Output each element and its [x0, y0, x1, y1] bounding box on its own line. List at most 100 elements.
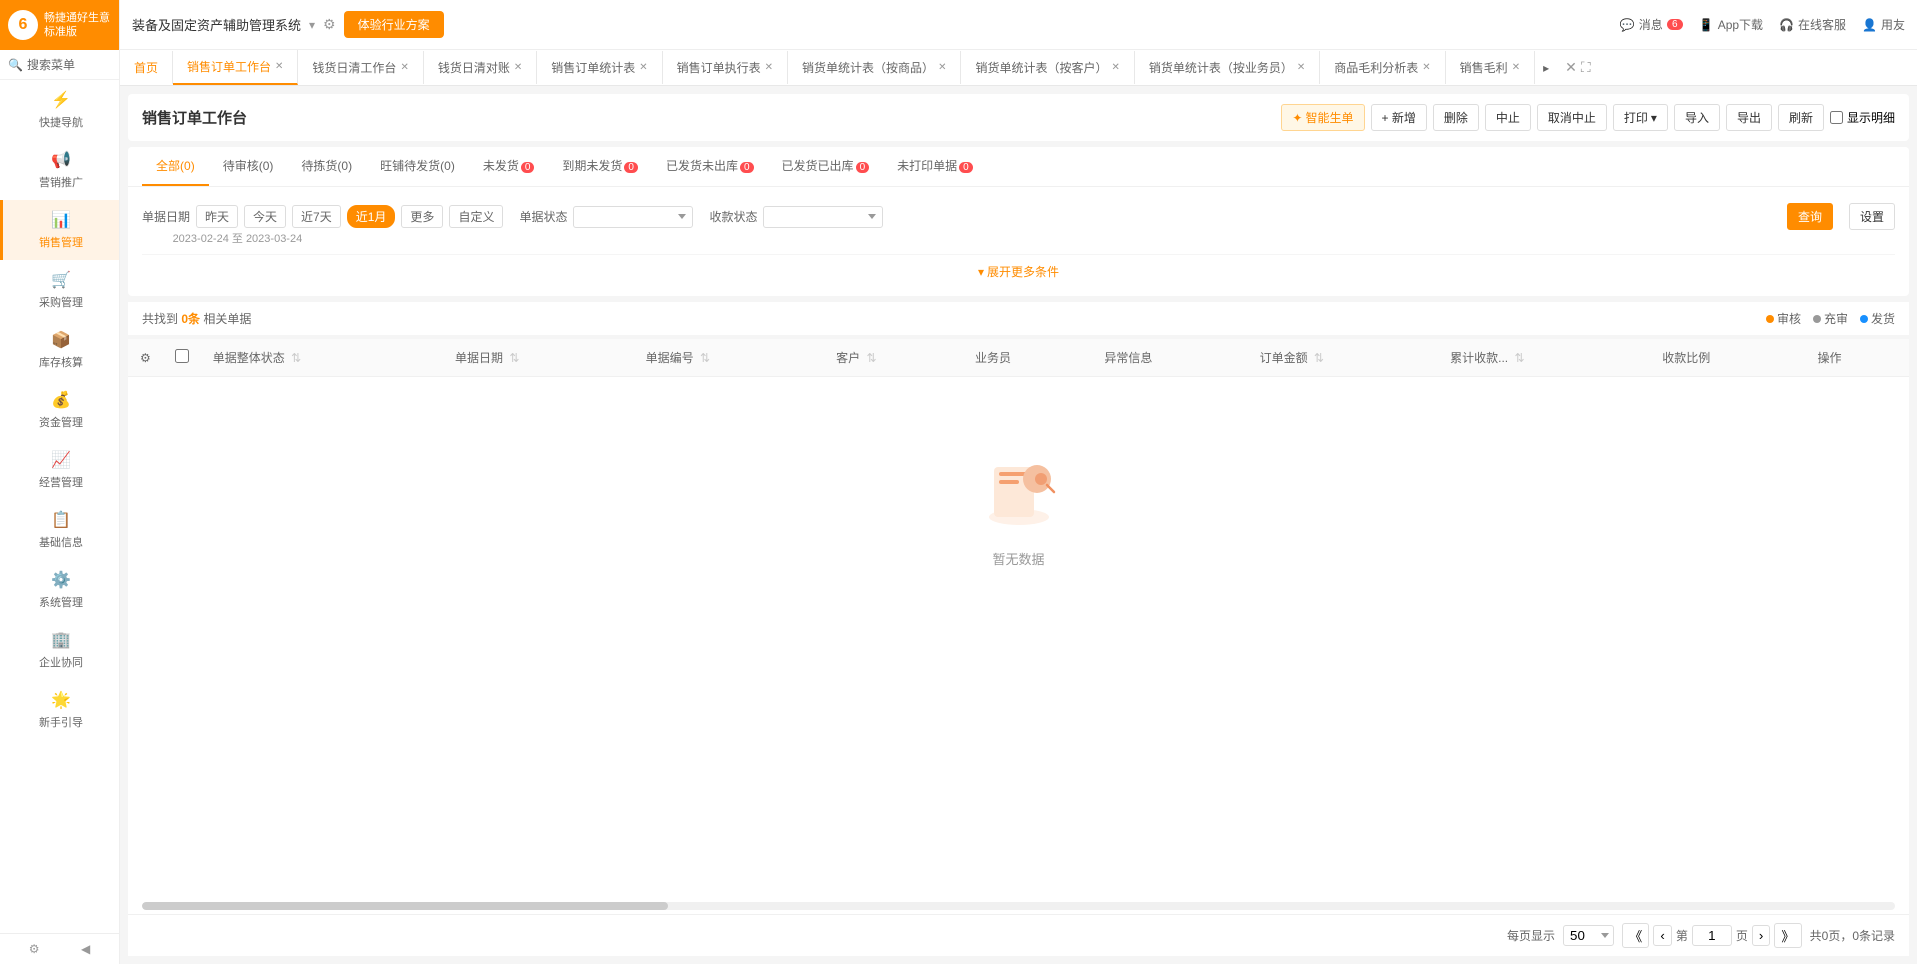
show-details-checkbox[interactable] — [1830, 111, 1843, 124]
tab-cash-reconcile[interactable]: 钱货日清对账 ✕ — [424, 51, 537, 84]
next-page-btn[interactable]: › — [1752, 925, 1770, 946]
query-button[interactable]: 查询 — [1787, 203, 1833, 230]
tab-close-sales-stats[interactable]: ✕ — [639, 62, 647, 73]
online-service-action[interactable]: 🎧 在线客服 — [1779, 16, 1846, 33]
tab-close-sales-summary-staff[interactable]: ✕ — [1297, 62, 1305, 73]
show-details-checkbox-label[interactable]: 显示明细 — [1830, 109, 1895, 126]
message-action[interactable]: 💬 消息 6 — [1620, 16, 1683, 33]
tab-close-gross-margin[interactable]: ✕ — [1422, 62, 1430, 73]
subtab-all[interactable]: 全部(0) — [142, 147, 209, 186]
th-amount[interactable]: 订单金额 ⇅ — [1248, 339, 1439, 377]
expand-filter-button[interactable]: ▾ 展开更多条件 — [978, 263, 1059, 280]
th-state[interactable]: 单据整体状态 ⇅ — [201, 339, 443, 377]
prev-page-btn[interactable]: ‹ — [1653, 925, 1671, 946]
filter-7days[interactable]: 近7天 — [292, 205, 341, 228]
tab-sales-summary-customer[interactable]: 销货单统计表（按客户） ✕ — [961, 51, 1134, 84]
refresh-button[interactable]: 刷新 — [1778, 104, 1824, 131]
ship-action[interactable]: 发货 — [1860, 310, 1895, 327]
subtab-shipped-not-out[interactable]: 已发货未出库0 — [652, 147, 768, 186]
tab-close-sales-summary-customer[interactable]: ✕ — [1111, 62, 1119, 73]
filter-yesterday[interactable]: 昨天 — [196, 205, 238, 228]
sidebar-item-purchase[interactable]: 🛒 采购管理 — [0, 260, 119, 320]
sidebar-item-guide[interactable]: 🌟 新手引导 — [0, 680, 119, 740]
filter-custom[interactable]: 自定义 — [449, 205, 503, 228]
sidebar-item-marketing[interactable]: 📢 营销推广 — [0, 140, 119, 200]
th-settings[interactable]: ⚙ — [128, 339, 163, 377]
subtab-not-shipped[interactable]: 未发货0 — [469, 147, 549, 186]
user-action[interactable]: 👤 用友 — [1862, 16, 1905, 33]
tab-sales-profit[interactable]: 销售毛利 ✕ — [1446, 51, 1535, 84]
payment-select[interactable] — [763, 206, 883, 228]
subtab-shipped-out[interactable]: 已发货已出库0 — [768, 147, 884, 186]
collapse-icon[interactable]: ◀ — [81, 942, 90, 956]
sidebar-item-enterprise[interactable]: 🏢 企业协同 — [0, 620, 119, 680]
print-button[interactable]: 打印 ▾ — [1613, 104, 1668, 131]
tab-sales-summary-staff[interactable]: 销货单统计表（按业务员） ✕ — [1135, 51, 1320, 84]
app-download-action[interactable]: 📱 App下载 — [1699, 16, 1763, 33]
import-button[interactable]: 导入 — [1674, 104, 1720, 131]
tab-sales-workbench[interactable]: 销售订单工作台 ✕ — [173, 50, 298, 85]
unreviewed-action[interactable]: 充审 — [1813, 310, 1848, 327]
th-collected[interactable]: 累计收款... ⇅ — [1438, 339, 1650, 377]
th-customer[interactable]: 客户 ⇅ — [824, 339, 963, 377]
subtab-pending-pickup[interactable]: 待拣货(0) — [287, 147, 366, 186]
review-action[interactable]: 审核 — [1766, 310, 1801, 327]
filter-1month[interactable]: 近1月 — [347, 205, 396, 228]
smart-gen-button[interactable]: ✦ 智能生单 — [1281, 104, 1364, 131]
th-ratio[interactable]: 收款比例 — [1650, 339, 1805, 377]
tab-close-sales-workbench[interactable]: ✕ — [275, 61, 283, 72]
status-select[interactable] — [573, 206, 693, 228]
th-number[interactable]: 单据编号 ⇅ — [634, 339, 825, 377]
tab-close-cash-daily[interactable]: ✕ — [400, 62, 408, 73]
solution-button[interactable]: 体验行业方案 — [344, 11, 444, 38]
cancel-stop-button[interactable]: 取消中止 — [1537, 104, 1607, 131]
tab-sales-stats[interactable]: 销售订单统计表 ✕ — [537, 51, 662, 84]
sidebar-item-basic-info[interactable]: 📋 基础信息 — [0, 500, 119, 560]
sidebar-bottom: ⚙ ◀ — [0, 933, 119, 964]
tab-maximize[interactable]: ⛶ — [1581, 59, 1591, 76]
subtab-overdue-not-shipped[interactable]: 到期未发货0 — [548, 147, 652, 186]
sidebar-item-sales[interactable]: 📊 销售管理 — [0, 200, 119, 260]
tab-close-all[interactable]: ✕ — [1565, 59, 1577, 76]
sidebar-item-quick-nav[interactable]: ⚡ 快捷导航 — [0, 80, 119, 140]
tabs-more-button[interactable]: ▸ — [1535, 61, 1557, 75]
sidebar-item-system[interactable]: ⚙️ 系统管理 — [0, 560, 119, 620]
tab-home[interactable]: 首页 — [120, 51, 173, 84]
sidebar-item-finance[interactable]: 💰 资金管理 — [0, 380, 119, 440]
subtab-pending-review[interactable]: 待审核(0) — [209, 147, 288, 186]
filter-today[interactable]: 今天 — [244, 205, 286, 228]
subtab-not-printed[interactable]: 未打印单据0 — [883, 147, 987, 186]
settings-button[interactable]: 设置 — [1849, 203, 1895, 230]
subtab-wangpu-pending[interactable]: 旺铺待发货(0) — [366, 147, 469, 186]
first-page-btn[interactable]: 《 — [1622, 923, 1649, 948]
delete-button[interactable]: 删除 — [1433, 104, 1479, 131]
export-button[interactable]: 导出 — [1726, 104, 1772, 131]
settings-bottom-icon[interactable]: ⚙ — [29, 942, 40, 956]
filter-more[interactable]: 更多 — [401, 205, 443, 228]
tab-close-cash-reconcile[interactable]: ✕ — [514, 62, 522, 73]
page-title: 销售订单工作台 — [142, 107, 247, 128]
tab-close-sales-execution[interactable]: ✕ — [765, 62, 773, 73]
add-button[interactable]: + 新增 — [1371, 104, 1427, 131]
th-date[interactable]: 单据日期 ⇅ — [443, 339, 634, 377]
tab-sales-execution[interactable]: 销售订单执行表 ✕ — [663, 51, 788, 84]
last-page-btn[interactable]: 》 — [1774, 923, 1801, 948]
tab-sales-summary-product[interactable]: 销货单统计表（按商品） ✕ — [788, 51, 961, 84]
tab-close-sales-profit[interactable]: ✕ — [1512, 62, 1520, 73]
select-all-checkbox[interactable] — [175, 349, 189, 363]
stop-button[interactable]: 中止 — [1485, 104, 1531, 131]
bottom-scrollbar[interactable] — [142, 902, 1895, 910]
settings-icon[interactable]: ⚙ — [323, 16, 336, 33]
tab-cash-daily[interactable]: 钱货日清工作台 ✕ — [298, 51, 423, 84]
tab-gross-margin[interactable]: 商品毛利分析表 ✕ — [1320, 51, 1445, 84]
dropdown-arrow[interactable]: ▾ — [309, 18, 315, 32]
search-menu[interactable]: 🔍 搜索菜单 — [0, 50, 119, 80]
sidebar-item-operations[interactable]: 📈 经营管理 — [0, 440, 119, 500]
page-input[interactable] — [1692, 925, 1732, 946]
th-checkbox[interactable] — [163, 339, 201, 377]
th-abnormal[interactable]: 异常信息 — [1092, 339, 1247, 377]
tab-close-sales-summary-product[interactable]: ✕ — [938, 62, 946, 73]
th-staff[interactable]: 业务员 — [963, 339, 1092, 377]
page-size-select[interactable]: 50 100 — [1563, 925, 1614, 946]
sidebar-item-inventory[interactable]: 📦 库存核算 — [0, 320, 119, 380]
